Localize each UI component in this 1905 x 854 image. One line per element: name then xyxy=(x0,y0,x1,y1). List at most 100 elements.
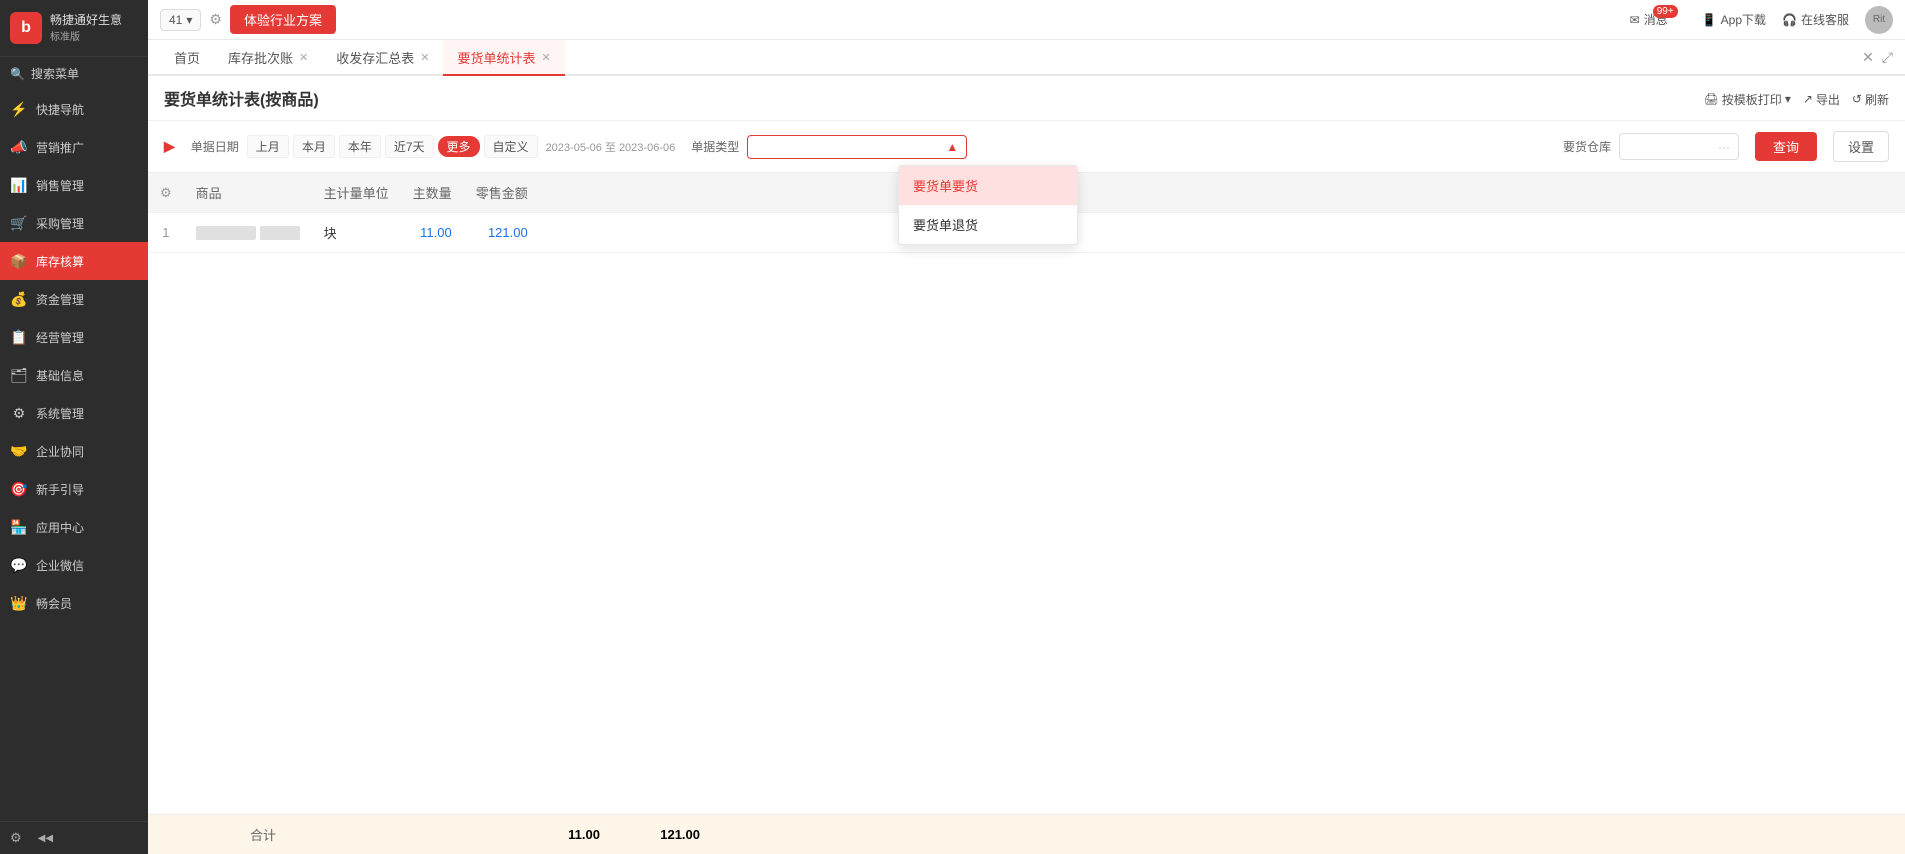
column-settings-icon[interactable]: ⚙ xyxy=(160,185,172,200)
date-btn-this-month[interactable]: 本月 xyxy=(293,135,335,158)
main-area: 41 ▾ ⚙ 体验行业方案 ✉ 消息 99+ 📱 App下载 🎧 在线客服 Ri… xyxy=(148,0,1905,854)
topbar-left: 41 ▾ ⚙ 体验行业方案 xyxy=(160,5,1618,34)
col-unit: 主计量单位 xyxy=(312,173,401,213)
filter-expand-btn[interactable]: ▶ xyxy=(164,138,175,155)
app-download-btn[interactable]: 📱 App下载 xyxy=(1702,11,1766,28)
sidebar-item-purchase[interactable]: 🛒 采购管理 xyxy=(0,204,148,242)
more-options-icon: ··· xyxy=(1718,140,1730,154)
sidebar-item-label: 新手引导 xyxy=(36,481,84,498)
chevron-up-icon: ▲ xyxy=(946,140,958,154)
sidebar-item-sales[interactable]: 📊 销售管理 xyxy=(0,166,148,204)
expand-tabs-icon[interactable]: ⤢ xyxy=(1882,49,1893,66)
dropdown-item-label: 要货单退货 xyxy=(913,218,978,233)
sidebar-item-system[interactable]: ⚙ 系统管理 xyxy=(0,394,148,432)
sidebar-item-operation[interactable]: 📋 经营管理 xyxy=(0,318,148,356)
collapse-icon[interactable]: ◀◀ xyxy=(38,833,53,844)
date-filter-group: 单据日期 上月 本月 本年 近7天 更多 自定义 2023-05-06 至 20… xyxy=(191,135,675,158)
sidebar-item-quick-nav[interactable]: ⚡ 快捷导航 xyxy=(0,90,148,128)
close-all-icon[interactable]: ✕ xyxy=(1862,49,1874,66)
sidebar-item-label: 企业微信 xyxy=(36,557,84,574)
finance-icon: 💰 xyxy=(10,290,28,308)
date-quick-btns: 上月 本月 本年 近7天 更多 自定义 xyxy=(247,135,538,158)
appstore-icon: 🏪 xyxy=(10,518,28,536)
tab-home[interactable]: 首页 xyxy=(160,40,214,76)
date-label: 单据日期 xyxy=(191,138,239,155)
tab-label: 要货单统计表 xyxy=(457,48,535,67)
online-service-btn[interactable]: 🎧 在线客服 xyxy=(1782,11,1849,28)
dropdown-item-order-goods[interactable]: 要货单要货 xyxy=(899,166,1077,205)
search-menu[interactable]: 🔍 搜索菜单 xyxy=(0,57,148,90)
sidebar-item-appstore[interactable]: 🏪 应用中心 xyxy=(0,508,148,546)
warehouse-select[interactable]: ··· xyxy=(1619,133,1739,160)
tab-recv-summary[interactable]: 收发存汇总表 ✕ xyxy=(322,40,443,76)
print-label: 按模板打印 xyxy=(1722,91,1782,108)
app-title: 畅捷通好生意 xyxy=(50,13,122,29)
refresh-btn[interactable]: ↺ 刷新 xyxy=(1852,91,1889,108)
footer-amount: 121.00 xyxy=(620,827,720,842)
wechat-icon: 💬 xyxy=(10,556,28,574)
tab-batch-account[interactable]: 库存批次账 ✕ xyxy=(214,40,322,76)
user-avatar[interactable]: Rit xyxy=(1865,6,1893,34)
sidebar-item-label: 企业协同 xyxy=(36,443,84,460)
sidebar-item-basic[interactable]: 🗂 基础信息 xyxy=(0,356,148,394)
message-btn[interactable]: ✉ 消息 99+ xyxy=(1630,11,1668,28)
row-extra xyxy=(540,213,1905,253)
sidebar-item-label: 库存核算 xyxy=(36,253,84,270)
purchase-icon: 🛒 xyxy=(10,214,28,232)
export-icon: ↗ xyxy=(1803,92,1813,106)
col-amount: 零售金额 xyxy=(464,173,540,213)
row-unit: 块 xyxy=(312,213,401,253)
sidebar-item-label: 系统管理 xyxy=(36,405,84,422)
tab-home-label: 首页 xyxy=(174,48,200,67)
date-btn-last-month[interactable]: 上月 xyxy=(247,135,289,158)
search-menu-label: 搜索菜单 xyxy=(31,65,79,82)
date-btn-more[interactable]: 更多 xyxy=(438,136,480,157)
sidebar-item-inventory[interactable]: 📦 库存核算 xyxy=(0,242,148,280)
settings-btn[interactable]: 设置 xyxy=(1833,131,1889,162)
refresh-icon: ↺ xyxy=(1852,92,1862,106)
warehouse-filter-group: 要货仓库 ··· xyxy=(1563,133,1739,160)
page-header: 要货单统计表(按商品) 🖨 按模板打印 ▾ ↗ 导出 ↺ 刷新 xyxy=(148,76,1905,121)
dropdown-item-order-return[interactable]: 要货单退货 xyxy=(899,205,1077,244)
sidebar-item-label: 应用中心 xyxy=(36,519,84,536)
tabbar-actions: ✕ ⤢ xyxy=(1862,40,1893,74)
tab-order-stat[interactable]: 要货单统计表 ✕ xyxy=(443,40,564,76)
sidebar-item-guide[interactable]: 🎯 新手引导 xyxy=(0,470,148,508)
service-icon: 🎧 xyxy=(1782,13,1797,27)
export-btn[interactable]: ↗ 导出 xyxy=(1803,91,1840,108)
guide-icon: 🎯 xyxy=(10,480,28,498)
warehouse-placeholder xyxy=(1628,138,1640,155)
tab-close-icon[interactable]: ✕ xyxy=(299,51,308,64)
topbar-right: ✉ 消息 99+ 📱 App下载 🎧 在线客服 Rit xyxy=(1630,6,1893,34)
sidebar-item-wechat[interactable]: 💬 企业微信 xyxy=(0,546,148,584)
chevron-down-icon: ▾ xyxy=(186,13,192,27)
tabbar: 首页 库存批次账 ✕ 收发存汇总表 ✕ 要货单统计表 ✕ ✕ ⤢ xyxy=(148,40,1905,76)
tab-label: 库存批次账 xyxy=(228,48,293,67)
table-area: ⚙ 商品 主计量单位 主数量 零售金额 1 xyxy=(148,173,1905,814)
sidebar-bottom: ⚙ ◀◀ xyxy=(0,821,148,854)
type-input[interactable] xyxy=(756,140,946,154)
row-amount: 121.00 xyxy=(464,213,540,253)
tab-close-icon[interactable]: ✕ xyxy=(542,51,551,64)
date-btn-this-year[interactable]: 本年 xyxy=(339,135,381,158)
date-range-display: 2023-05-06 至 2023-06-06 xyxy=(546,139,676,155)
sidebar-item-label: 畅会员 xyxy=(36,595,72,612)
col-settings[interactable]: ⚙ xyxy=(148,173,184,213)
sidebar-item-enterprise[interactable]: 🤝 企业协同 xyxy=(0,432,148,470)
sidebar-item-finance[interactable]: 💰 资金管理 xyxy=(0,280,148,318)
quick-nav-icon: ⚡ xyxy=(10,100,28,118)
type-select-box[interactable]: ▲ xyxy=(747,135,967,159)
sidebar-item-member[interactable]: 👑 畅会员 xyxy=(0,584,148,622)
date-btn-7days[interactable]: 近7天 xyxy=(385,135,434,158)
print-btn[interactable]: 🖨 按模板打印 ▾ xyxy=(1704,91,1791,108)
sidebar-item-label: 营销推广 xyxy=(36,139,84,156)
gear-icon[interactable]: ⚙ xyxy=(209,11,222,28)
store-selector[interactable]: 41 ▾ xyxy=(160,9,201,31)
sidebar-item-marketing[interactable]: 📣 营销推广 xyxy=(0,128,148,166)
industry-btn[interactable]: 体验行业方案 xyxy=(230,5,336,34)
date-btn-custom[interactable]: 自定义 xyxy=(484,135,538,158)
tab-close-icon[interactable]: ✕ xyxy=(420,51,429,64)
row-quantity: 11.00 xyxy=(401,213,464,253)
settings-bottom-icon[interactable]: ⚙ xyxy=(10,830,22,846)
query-btn[interactable]: 查询 xyxy=(1755,132,1817,161)
